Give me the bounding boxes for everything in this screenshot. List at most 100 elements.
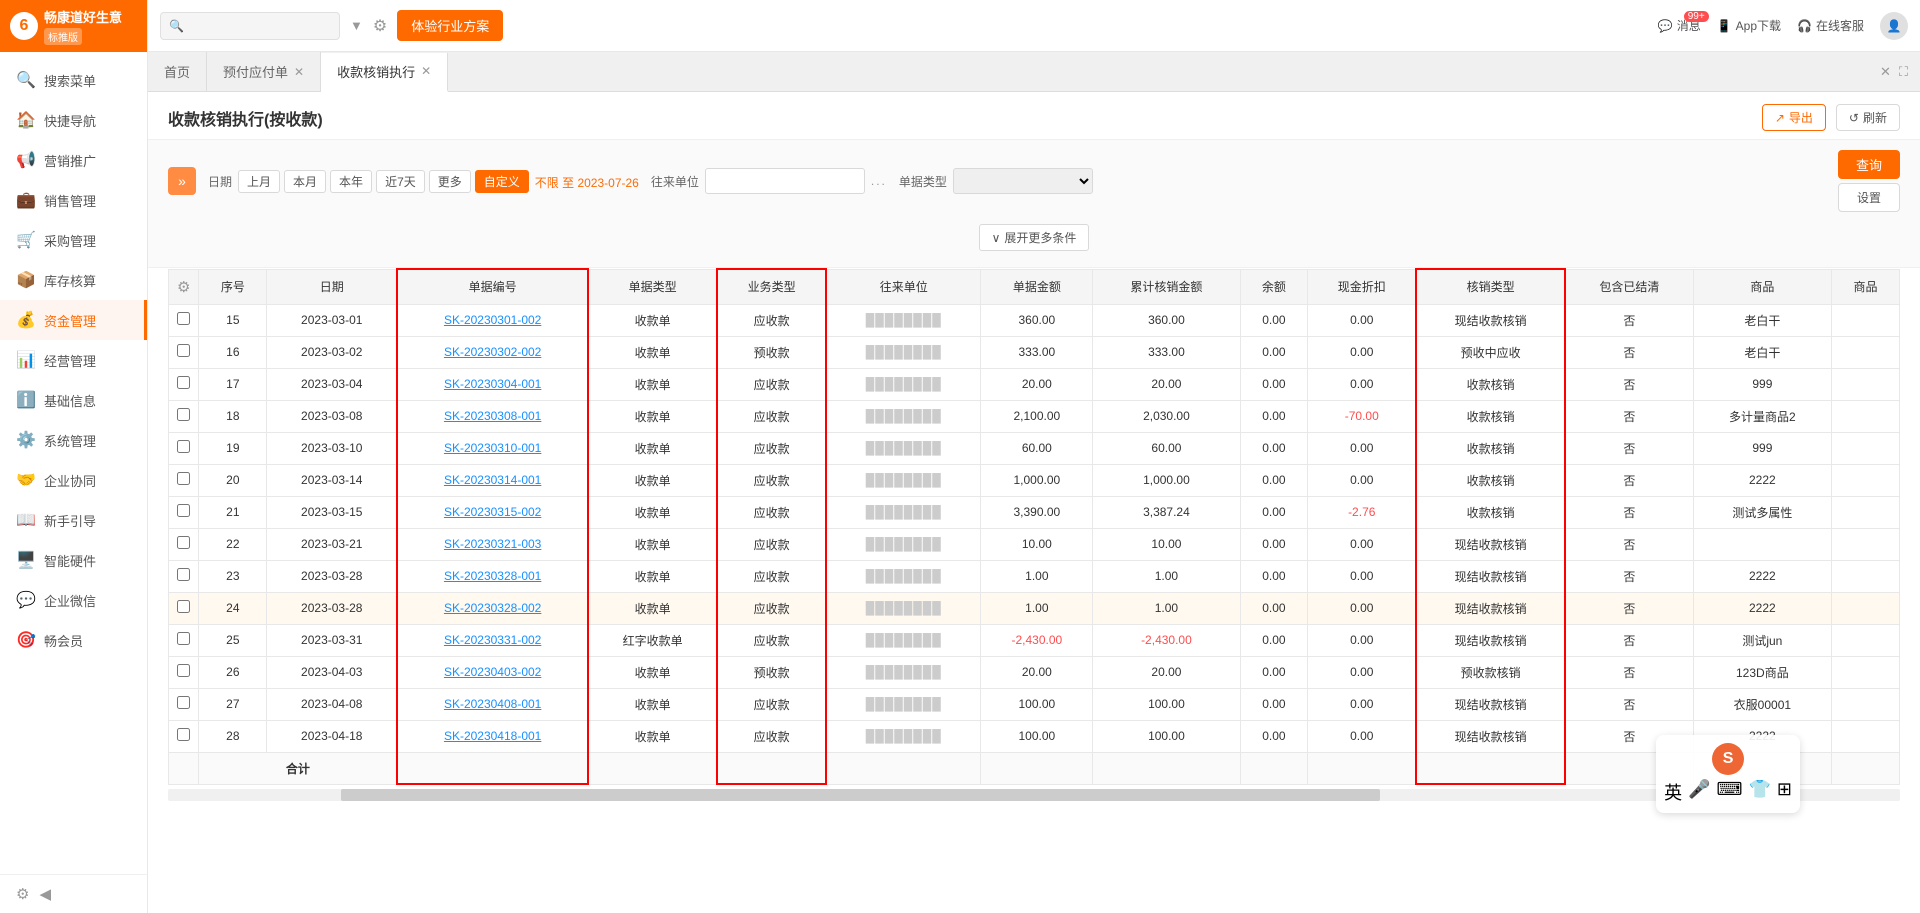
tab-collection-close[interactable]: ✕: [421, 64, 431, 78]
sidebar-item-operations[interactable]: 📊 经营管理: [0, 340, 147, 380]
messages-item[interactable]: 💬 消息 99+: [1658, 17, 1701, 34]
row-checkbox[interactable]: [177, 728, 190, 741]
cell-voucher_no[interactable]: SK-20230301-002: [397, 304, 588, 336]
cell-voucher_no[interactable]: SK-20230314-001: [397, 464, 588, 496]
horizontal-scrollbar[interactable]: [168, 789, 1900, 801]
cell-include_settled: 否: [1565, 400, 1693, 432]
sidebar-item-enterprise[interactable]: 🤝 企业协同: [0, 460, 147, 500]
row-checkbox[interactable]: [177, 536, 190, 549]
row-checkbox[interactable]: [177, 600, 190, 613]
cell-voucher_type: 收款单: [588, 304, 717, 336]
mic-icon[interactable]: 🎤: [1688, 779, 1710, 805]
row-checkbox[interactable]: [177, 568, 190, 581]
sidebar-item-wechat[interactable]: 💬 企业微信: [0, 580, 147, 620]
tshirt-icon[interactable]: 👕: [1748, 779, 1770, 805]
cell-writeoff_type: 现结收款核销: [1416, 688, 1565, 720]
cell-voucher_no[interactable]: SK-20230302-002: [397, 336, 588, 368]
row-checkbox[interactable]: [177, 344, 190, 357]
close-all-icon[interactable]: ✕: [1880, 64, 1891, 80]
scrollbar-thumb[interactable]: [341, 789, 1380, 801]
keyboard-icon[interactable]: ⌨: [1717, 779, 1743, 805]
cell-voucher_no[interactable]: SK-20230418-001: [397, 720, 588, 752]
voucher-type-select[interactable]: [953, 168, 1093, 194]
sidebar-item-basic[interactable]: ℹ️ 基础信息: [0, 380, 147, 420]
cell-include_settled: 否: [1565, 336, 1693, 368]
apps-icon[interactable]: ⊞: [1777, 779, 1792, 805]
expand-button[interactable]: ∨ 展开更多条件: [979, 224, 1090, 251]
table-row: 222023-03-21SK-20230321-003收款单应收款███████…: [169, 528, 1900, 560]
sidebar-item-hardware[interactable]: 🖥️ 智能硬件: [0, 540, 147, 580]
message-icon: 💬: [1658, 19, 1673, 33]
solution-button[interactable]: 体验行业方案: [397, 10, 503, 41]
row-checkbox[interactable]: [177, 376, 190, 389]
cell-voucher_no[interactable]: SK-20230403-002: [397, 656, 588, 688]
date-more[interactable]: 更多: [429, 170, 471, 193]
query-button[interactable]: 查询: [1838, 150, 1900, 179]
cell-voucher_no[interactable]: SK-20230308-001: [397, 400, 588, 432]
sidebar-item-purchase[interactable]: 🛒 采购管理: [0, 220, 147, 260]
refresh-button[interactable]: ↺ 刷新: [1836, 104, 1900, 131]
cell-voucher_no[interactable]: SK-20230304-001: [397, 368, 588, 400]
sidebar-item-marketing[interactable]: 📢 营销推广: [0, 140, 147, 180]
export-button[interactable]: ↗ 导出: [1762, 104, 1826, 131]
sidebar-item-sales[interactable]: 💼 销售管理: [0, 180, 147, 220]
cell-voucher_no[interactable]: SK-20230310-001: [397, 432, 588, 464]
tab-prepay[interactable]: 预付应付单 ✕: [207, 52, 321, 91]
row-checkbox[interactable]: [177, 440, 190, 453]
settings-button[interactable]: ⚙: [16, 885, 29, 903]
cell-voucher_no[interactable]: SK-20230328-001: [397, 560, 588, 592]
row-checkbox[interactable]: [177, 664, 190, 677]
translate-icon[interactable]: 英: [1664, 779, 1682, 805]
watermark-widget: S 英 🎤 ⌨ 👕 ⊞: [1656, 735, 1800, 813]
sidebar-item-search[interactable]: 🔍 搜索菜单: [0, 60, 147, 100]
date-custom[interactable]: 自定义: [475, 170, 529, 193]
cell-voucher_no[interactable]: SK-20230315-002: [397, 496, 588, 528]
cell-product2: [1832, 560, 1900, 592]
sidebar-item-member[interactable]: 🎯 畅会员: [0, 620, 147, 660]
row-checkbox[interactable]: [177, 408, 190, 421]
cell-writeoff_type: 预收中应收: [1416, 336, 1565, 368]
topbar-search-box[interactable]: 🔍: [160, 12, 340, 40]
cell-partner: ████████: [826, 496, 981, 528]
sidebar-item-guide[interactable]: 📖 新手引导: [0, 500, 147, 540]
setting-button[interactable]: 设置: [1838, 183, 1900, 212]
operations-icon: 📊: [16, 350, 36, 370]
date-this-month[interactable]: 本月: [284, 170, 326, 193]
sidebar-item-finance[interactable]: 💰 资金管理: [0, 300, 147, 340]
date-7days[interactable]: 近7天: [376, 170, 425, 193]
filter-toggle-button[interactable]: »: [168, 167, 196, 195]
sidebar-item-inventory[interactable]: 📦 库存核算: [0, 260, 147, 300]
maximize-icon[interactable]: ⛶: [1899, 64, 1908, 80]
main-area: 🔍 ▼ ⚙ 体验行业方案 💬 消息 99+ 📱 App下载 🎧 在线客服 👤: [148, 0, 1920, 913]
collapse-button[interactable]: ◀: [39, 885, 51, 903]
sidebar-item-quicknav[interactable]: 🏠 快捷导航: [0, 100, 147, 140]
row-checkbox[interactable]: [177, 696, 190, 709]
cell-cum_amount: 1.00: [1093, 560, 1240, 592]
gear-settings-icon[interactable]: ⚙: [373, 16, 387, 36]
dropdown-arrow-icon[interactable]: ▼: [350, 18, 363, 33]
row-checkbox[interactable]: [177, 504, 190, 517]
cell-voucher_no[interactable]: SK-20230328-002: [397, 592, 588, 624]
online-service-item[interactable]: 🎧 在线客服: [1797, 17, 1864, 34]
tab-collection[interactable]: 收款核销执行 ✕: [321, 53, 448, 92]
partner-input[interactable]: [705, 168, 865, 194]
column-settings-button[interactable]: ⚙: [177, 278, 190, 296]
cell-balance: 0.00: [1240, 688, 1308, 720]
date-this-year[interactable]: 本年: [330, 170, 372, 193]
table-row: 272023-04-08SK-20230408-001收款单应收款███████…: [169, 688, 1900, 720]
cell-no: 23: [199, 560, 267, 592]
tab-home[interactable]: 首页: [148, 52, 207, 91]
row-checkbox[interactable]: [177, 312, 190, 325]
cell-voucher_no[interactable]: SK-20230321-003: [397, 528, 588, 560]
row-checkbox[interactable]: [177, 472, 190, 485]
row-checkbox[interactable]: [177, 632, 190, 645]
tab-prepay-close[interactable]: ✕: [294, 65, 304, 79]
cell-voucher_type: 收款单: [588, 368, 717, 400]
partner-label: 往来单位: [651, 173, 699, 190]
cell-voucher_no[interactable]: SK-20230408-001: [397, 688, 588, 720]
user-avatar[interactable]: 👤: [1880, 12, 1908, 40]
cell-voucher_no[interactable]: SK-20230331-002: [397, 624, 588, 656]
sidebar-item-system[interactable]: ⚙️ 系统管理: [0, 420, 147, 460]
app-download-item[interactable]: 📱 App下载: [1717, 17, 1781, 34]
date-last-month[interactable]: 上月: [238, 170, 280, 193]
